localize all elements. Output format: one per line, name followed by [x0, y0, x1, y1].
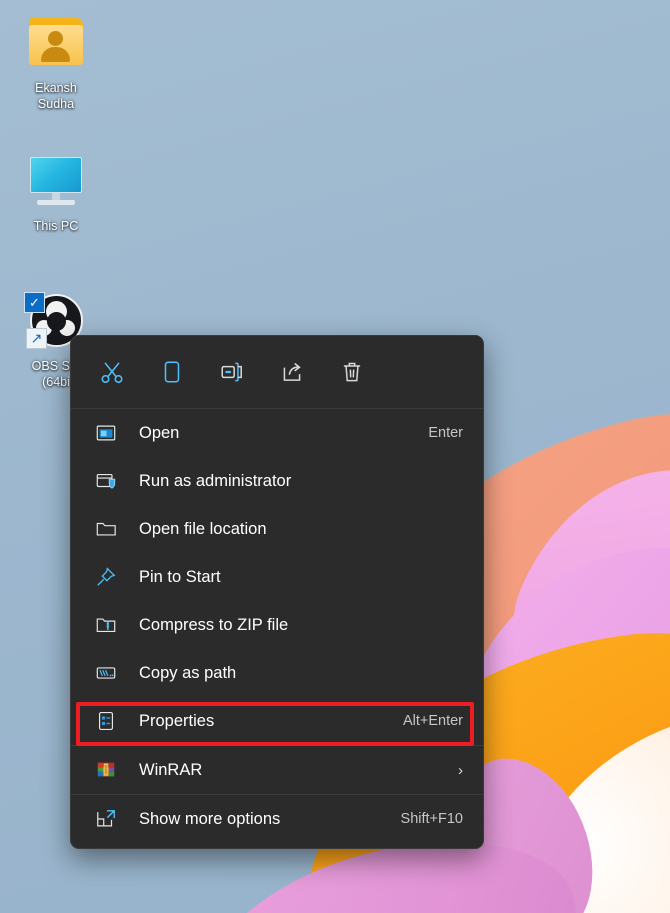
window-icon	[93, 420, 119, 446]
desktop-icon-label: This PC	[33, 219, 79, 233]
cut-button[interactable]	[89, 350, 135, 394]
share-icon	[283, 362, 301, 381]
menu-item-label: Copy as path	[139, 663, 237, 682]
menu-item-run-as-administrator[interactable]: Run as administrator	[71, 457, 483, 505]
menu-item-winrar[interactable]: WinRAR ›	[71, 746, 483, 794]
wallpaper-petal-pink-upper	[474, 424, 670, 816]
menu-item-label: Show more options	[139, 809, 281, 828]
menu-item-compress-to-zip[interactable]: Compress to ZIP file	[71, 601, 483, 649]
menu-item-label: Compress to ZIP file	[139, 615, 289, 634]
monitor-icon	[24, 152, 88, 212]
context-menu-command-bar	[71, 336, 483, 408]
context-menu[interactable]: Open Enter Run as administrator Open fil…	[70, 335, 484, 849]
share-button[interactable]	[269, 350, 315, 394]
more-options-icon	[93, 806, 119, 832]
menu-item-open-file-location[interactable]: Open file location	[71, 505, 483, 553]
desktop-icon-this-pc[interactable]: This PC	[8, 152, 104, 234]
user-folder-icon	[24, 14, 88, 74]
shield-window-icon	[93, 468, 119, 494]
menu-item-copy-as-path[interactable]: Copy as path	[71, 649, 483, 697]
menu-item-label: Properties	[139, 711, 215, 730]
menu-item-label: WinRAR	[139, 760, 203, 779]
scissors-icon	[101, 362, 123, 384]
wallpaper-petal-white	[462, 692, 670, 913]
menu-item-label: Open	[139, 423, 180, 442]
winrar-icon	[93, 757, 119, 783]
menu-item-label: Open file location	[139, 519, 267, 538]
desktop-icon-label: Ekansh	[35, 81, 77, 95]
menu-item-label: Pin to Start	[139, 567, 221, 586]
desktop-icon-user-folder[interactable]: Ekansh Sudha	[8, 14, 104, 112]
shortcut-arrow-icon: ↗	[26, 328, 47, 349]
desktop[interactable]: Ekansh Sudha This PC ✓ ↗ OBS Stu (64bi O…	[0, 0, 670, 913]
rename-button[interactable]	[209, 350, 255, 394]
trash-icon	[343, 362, 361, 382]
selection-checkbox-icon[interactable]: ✓	[24, 292, 45, 313]
folder-icon	[93, 516, 119, 542]
copy-button[interactable]	[149, 350, 195, 394]
menu-item-properties[interactable]: Properties Alt+Enter	[71, 697, 483, 745]
menu-item-accelerator: Alt+Enter	[402, 713, 463, 729]
delete-button[interactable]	[329, 350, 375, 394]
menu-item-label: Run as administrator	[139, 471, 292, 490]
rename-icon	[221, 362, 242, 382]
winrar-books-icon	[97, 762, 115, 777]
desktop-icon-label-2: Sudha	[37, 97, 75, 111]
menu-item-accelerator: Shift+F10	[400, 811, 463, 827]
menu-item-open[interactable]: Open Enter	[71, 409, 483, 457]
zip-folder-icon	[93, 612, 119, 638]
menu-item-pin-to-start[interactable]: Pin to Start	[71, 553, 483, 601]
pin-icon	[93, 564, 119, 590]
path-icon	[93, 660, 119, 686]
menu-item-accelerator: Enter	[428, 425, 463, 441]
chevron-right-icon: ›	[458, 761, 463, 779]
menu-item-show-more-options[interactable]: Show more options Shift+F10	[71, 795, 483, 843]
properties-icon	[93, 708, 119, 734]
copy-icon	[164, 361, 180, 383]
